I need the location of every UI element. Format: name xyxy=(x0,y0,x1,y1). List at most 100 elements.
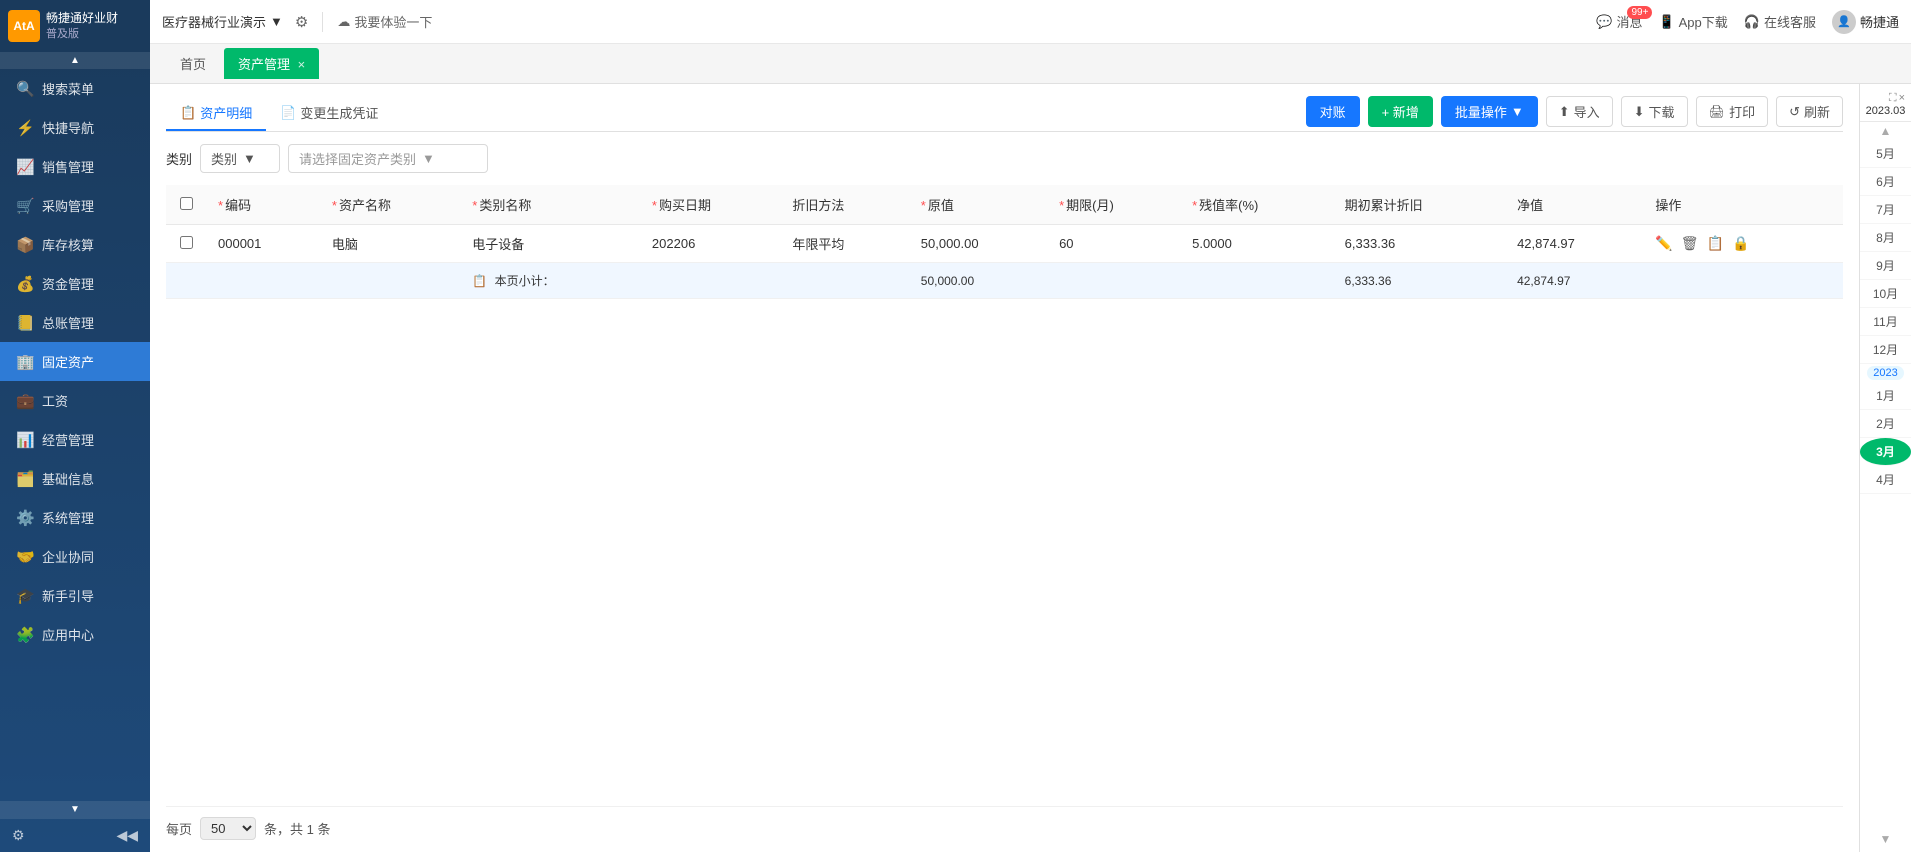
refresh-label: 刷新 xyxy=(1804,102,1830,121)
sidebar-scroll-up[interactable]: ▲ xyxy=(0,52,150,69)
rp-expand-icon[interactable]: ⛶ xyxy=(1889,92,1897,105)
edit-icon[interactable]: ✏️ xyxy=(1655,235,1672,252)
rp-month-7[interactable]: 7月 xyxy=(1860,196,1911,224)
sidebar-item-label: 工资 xyxy=(42,391,68,410)
new-button[interactable]: + 新增 xyxy=(1368,96,1433,127)
sidebar-item-basic-info[interactable]: 🗂️ 基础信息 xyxy=(0,459,150,498)
row-checkbox[interactable] xyxy=(180,236,193,249)
rp-month-11[interactable]: 11月 xyxy=(1860,308,1911,336)
sidebar-item-appstore[interactable]: 🧩 应用中心 xyxy=(0,615,150,654)
sidebar-item-purchase[interactable]: 🛒 采购管理 xyxy=(0,186,150,225)
category-placeholder: 请选择固定资产类别 xyxy=(299,149,416,168)
tab-home[interactable]: 首页 xyxy=(166,48,220,79)
tab-asset-management[interactable]: 资产管理 × xyxy=(224,48,319,79)
app-download-icon: 📱 xyxy=(1658,14,1674,30)
sidebar-item-label: 固定资产 xyxy=(42,352,94,371)
delete-icon[interactable]: 🗑 xyxy=(1681,235,1699,252)
sidebar-item-sales[interactable]: 📈 销售管理 xyxy=(0,147,150,186)
topbar-experience[interactable]: ☁ 我要体验一下 xyxy=(337,12,432,31)
sidebar-item-ledger[interactable]: 📒 总账管理 xyxy=(0,303,150,342)
sidebar-scroll-down[interactable]: ▼ xyxy=(0,801,150,818)
page-size-select[interactable]: 50 10 20 100 xyxy=(200,817,256,840)
rp-month-12[interactable]: 12月 xyxy=(1860,336,1911,364)
sidebar-item-label: 基础信息 xyxy=(42,469,94,488)
app-logo-text: 畅捷通好业财 普及版 xyxy=(46,11,118,41)
topbar-divider xyxy=(322,12,323,32)
subtotal-accumulated: 6,333.36 xyxy=(1333,263,1505,299)
rp-month-2[interactable]: 2月 xyxy=(1860,410,1911,438)
sidebar-item-quicknav[interactable]: ⚡ 快捷导航 xyxy=(0,108,150,147)
system-icon: ⚙️ xyxy=(16,509,34,527)
batch-label: 批量操作 xyxy=(1455,102,1507,121)
asset-table: *编码 *资产名称 *类别名称 *购买日期 折旧方法 *原值 *期限(月) *残… xyxy=(166,185,1843,299)
rp-month-8[interactable]: 8月 xyxy=(1860,224,1911,252)
subtotal-empty-3 xyxy=(320,263,460,299)
sidebar-item-payroll[interactable]: 💼 工资 xyxy=(0,381,150,420)
collapse-icon[interactable]: ◀◀ xyxy=(116,827,138,844)
sidebar-item-search[interactable]: 🔍 搜索菜单 xyxy=(0,69,150,108)
sidebar-item-label: 库存核算 xyxy=(42,235,94,254)
copy-icon[interactable]: 📋 xyxy=(1707,235,1724,252)
subtotal-empty-7 xyxy=(1180,263,1333,299)
sidebar-item-label: 总账管理 xyxy=(42,313,94,332)
rp-month-1[interactable]: 1月 xyxy=(1860,382,1911,410)
reconcile-button[interactable]: 对账 xyxy=(1306,96,1360,127)
content: 📋 资产明细 📄 变更生成凭证 对账 + 新增 批量操作 ▼ ⬆ xyxy=(150,84,1911,852)
rp-close-icon[interactable]: × xyxy=(1899,92,1905,104)
sub-tab-asset-detail[interactable]: 📋 资产明细 xyxy=(166,96,266,131)
td-code: 000001 xyxy=(206,225,320,263)
rp-scroll-up-btn[interactable]: ▲ xyxy=(1878,122,1894,140)
topbar-app-download-btn[interactable]: 📱 App下载 xyxy=(1658,12,1727,31)
th-checkbox xyxy=(166,185,206,225)
tutorial-icon: 🎓 xyxy=(16,587,34,605)
rp-month-3-active[interactable]: 3月 xyxy=(1860,438,1911,466)
sidebar-logo: AtA 畅捷通好业财 普及版 xyxy=(0,0,150,52)
td-actions: ✏️ 🗑 📋 🔒 xyxy=(1643,225,1843,263)
td-checkbox xyxy=(166,225,206,263)
import-button[interactable]: ⬆ 导入 xyxy=(1546,96,1613,127)
category-type-select[interactable]: 类别 ▼ xyxy=(200,144,280,173)
rp-scroll-down-btn[interactable]: ▼ xyxy=(1878,830,1894,848)
sidebar-item-tutorial[interactable]: 🎓 新手引导 xyxy=(0,576,150,615)
subtotal-empty-5 xyxy=(780,263,908,299)
sub-tab-voucher[interactable]: 📄 变更生成凭证 xyxy=(266,96,392,131)
td-purchase-date: 202206 xyxy=(640,225,780,263)
rp-month-4[interactable]: 4月 xyxy=(1860,466,1911,494)
filter-label: 类别 xyxy=(166,149,192,168)
sidebar-item-fixed-assets[interactable]: 🏢 固定资产 xyxy=(0,342,150,381)
table-row: 000001 电脑 电子设备 202206 年限平均 50,000.00 60 … xyxy=(166,225,1843,263)
td-net-value: 42,874.97 xyxy=(1505,225,1643,263)
inventory-icon: 📦 xyxy=(16,236,34,254)
topbar-company[interactable]: 医疗器械行业演示 ▼ xyxy=(162,12,283,31)
tab-close-icon[interactable]: × xyxy=(298,57,306,72)
cloud-icon: ☁ xyxy=(337,14,350,30)
content-main: 📋 资产明细 📄 变更生成凭证 对账 + 新增 批量操作 ▼ ⬆ xyxy=(150,84,1859,852)
th-code: *编码 xyxy=(206,185,320,225)
lock-icon[interactable]: 🔒 xyxy=(1732,235,1749,252)
sidebar-item-system[interactable]: ⚙️ 系统管理 xyxy=(0,498,150,537)
rp-month-10[interactable]: 10月 xyxy=(1860,280,1911,308)
sidebar-item-finance[interactable]: 💰 资金管理 xyxy=(0,264,150,303)
rp-month-9[interactable]: 9月 xyxy=(1860,252,1911,280)
refresh-button[interactable]: ↺ 刷新 xyxy=(1776,96,1843,127)
sidebar-item-label: 搜索菜单 xyxy=(42,79,94,98)
topbar-online-service-btn[interactable]: 🎧 在线客服 xyxy=(1744,12,1816,31)
topbar-messages-btn[interactable]: 💬 消息 99+ xyxy=(1596,12,1642,31)
select-all-checkbox[interactable] xyxy=(180,197,193,210)
th-accumulated-depreciation: 期初累计折旧 xyxy=(1333,185,1505,225)
category-select[interactable]: 请选择固定资产类别 ▼ xyxy=(288,144,488,173)
sidebar-item-inventory[interactable]: 📦 库存核算 xyxy=(0,225,150,264)
print-button[interactable]: 🖨 打印 xyxy=(1696,96,1769,127)
right-panel: × ⛶ 2023.03 ▲ 5月 6月 7月 8月 9月 10月 11月 12月… xyxy=(1859,84,1911,852)
batch-button[interactable]: 批量操作 ▼ xyxy=(1441,96,1538,127)
settings-icon[interactable]: ⚙ xyxy=(12,827,25,844)
download-button[interactable]: ⬇ 下载 xyxy=(1621,96,1688,127)
sidebar-item-collab[interactable]: 🤝 企业协同 xyxy=(0,537,150,576)
rp-month-6[interactable]: 6月 xyxy=(1860,168,1911,196)
topbar-gear-icon[interactable]: ⚙ xyxy=(295,13,308,31)
rp-month-5[interactable]: 5月 xyxy=(1860,140,1911,168)
sidebar-item-operations[interactable]: 📊 经营管理 xyxy=(0,420,150,459)
sub-tab-asset-detail-label: 资产明细 xyxy=(200,103,252,122)
topbar-user[interactable]: 👤 畅捷通 xyxy=(1832,10,1899,34)
asset-detail-icon: 📋 xyxy=(180,105,196,121)
